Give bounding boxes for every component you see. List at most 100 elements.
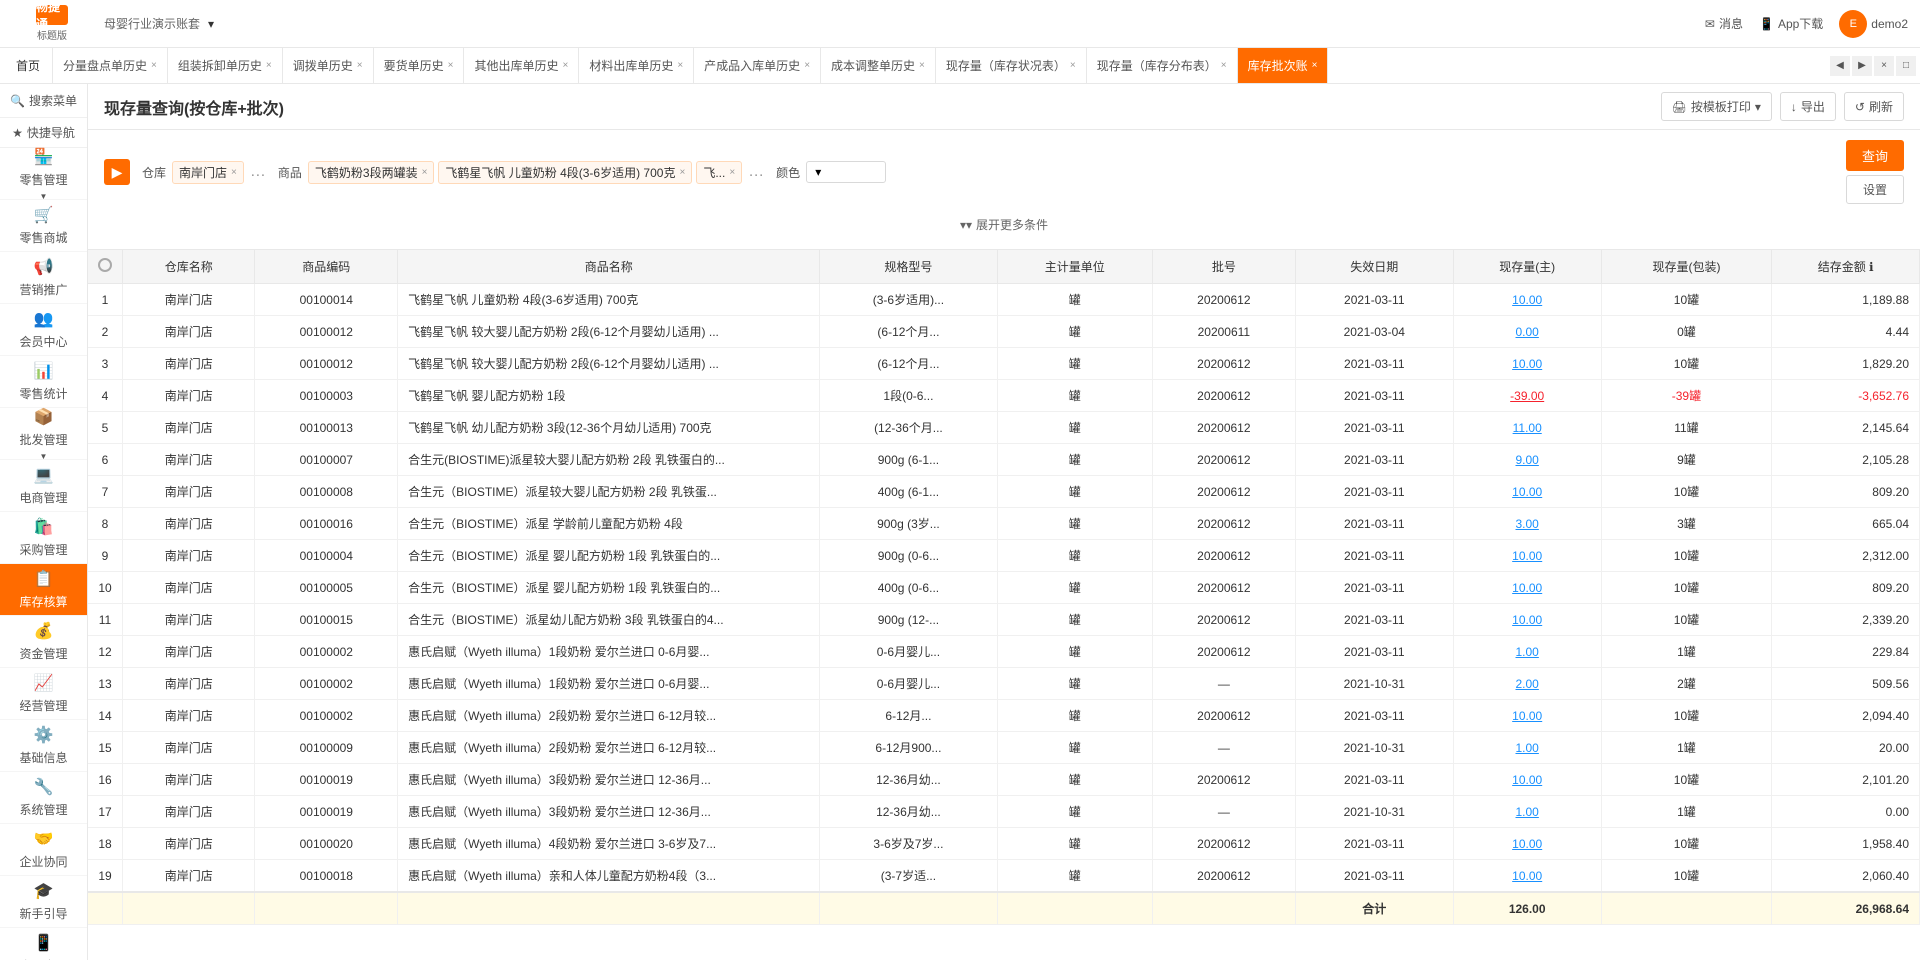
- table-container[interactable]: 仓库名称 商品编码 商品名称 规格型号 主计量单位 批号 失效日期 现存量(主)…: [88, 250, 1920, 960]
- tab-product-in-close[interactable]: ×: [804, 60, 810, 71]
- cell-qty-main[interactable]: 1.00: [1453, 636, 1601, 668]
- col-warehouse: 仓库名称: [123, 250, 255, 284]
- tab-unpack-close[interactable]: ×: [266, 60, 272, 71]
- tab-home[interactable]: 首页: [4, 48, 53, 84]
- product-tag-2-remove[interactable]: ×: [679, 167, 685, 178]
- sidebar-item-retail-stats[interactable]: 📊 零售统计: [0, 356, 87, 408]
- page-actions: 🖨 按模板打印 ▾ ↓ 导出 ↺ 刷新: [1661, 92, 1904, 121]
- tab-close-btn[interactable]: ×: [1874, 56, 1894, 76]
- sidebar-item-enterprise[interactable]: 🤝 企业协同: [0, 824, 87, 876]
- cell-qty-main[interactable]: 10.00: [1453, 860, 1601, 893]
- tab-prev-btn[interactable]: ◀: [1830, 56, 1850, 76]
- sidebar-item-system[interactable]: 🔧 系统管理: [0, 772, 87, 824]
- tab-stock-status[interactable]: 现存量（库存状况表） ×: [936, 48, 1087, 84]
- product-more[interactable]: …: [748, 163, 764, 181]
- members-icon: 👥: [34, 309, 54, 329]
- refresh-btn[interactable]: ↺ 刷新: [1844, 92, 1904, 121]
- ecommerce-icon: 💻: [34, 465, 54, 485]
- sidebar-item-retail[interactable]: 🏪 零售管理 ▼: [0, 148, 87, 200]
- product-tag-1-remove[interactable]: ×: [422, 167, 428, 178]
- cell-qty-main[interactable]: 2.00: [1453, 668, 1601, 700]
- product-tag-1[interactable]: 飞鹤奶粉3段两罐装 ×: [308, 161, 435, 184]
- table-row: 8 南岸门店 00100016 合生元（BIOSTIME）派星 学龄前儿童配方奶…: [88, 508, 1920, 540]
- cell-qty-main[interactable]: 0.00: [1453, 316, 1601, 348]
- tab-batch-billing-close[interactable]: ×: [1312, 60, 1318, 71]
- cell-qty-main[interactable]: 10.00: [1453, 700, 1601, 732]
- tab-next-btn[interactable]: ▶: [1852, 56, 1872, 76]
- cell-qty-main[interactable]: 11.00: [1453, 412, 1601, 444]
- marketing-icon: 📢: [34, 257, 54, 277]
- sidebar-item-business[interactable]: 📈 经营管理: [0, 668, 87, 720]
- cell-amount: 2,312.00: [1772, 540, 1920, 572]
- tab-material-out-close[interactable]: ×: [677, 60, 683, 71]
- tab-split[interactable]: 分量盘点单历史 ×: [53, 48, 168, 84]
- user-avatar-area[interactable]: E demo2: [1839, 10, 1908, 38]
- sidebar-item-appstore[interactable]: 📱 应用中心: [0, 928, 87, 960]
- tab-batch-billing[interactable]: 库存批次账 ×: [1238, 48, 1329, 84]
- message-label: 消息: [1719, 15, 1743, 32]
- product-tag-3[interactable]: 飞... ×: [696, 161, 742, 184]
- tab-other-out[interactable]: 其他出库单历史 ×: [464, 48, 579, 84]
- sidebar-item-inventory[interactable]: 📋 库存核算: [0, 564, 87, 616]
- tab-require[interactable]: 要货单历史 ×: [374, 48, 465, 84]
- cell-qty-main[interactable]: 10.00: [1453, 572, 1601, 604]
- cell-qty-pkg: 10罐: [1601, 828, 1772, 860]
- sidebar-item-ecommerce[interactable]: 💻 电商管理: [0, 460, 87, 512]
- tab-stock-dist-close[interactable]: ×: [1221, 60, 1227, 71]
- sidebar-item-marketing[interactable]: 📢 营销推广: [0, 252, 87, 304]
- query-btn[interactable]: 查询: [1846, 140, 1904, 171]
- tab-cost[interactable]: 成本调整单历史 ×: [821, 48, 936, 84]
- tab-unpack[interactable]: 组装拆卸单历史 ×: [168, 48, 283, 84]
- sidebar-item-search[interactable]: 🔍 搜索菜单: [0, 84, 87, 118]
- cell-qty-main[interactable]: 10.00: [1453, 476, 1601, 508]
- warehouse-more[interactable]: …: [250, 163, 266, 181]
- sidebar-item-purchase[interactable]: 🛍️ 采购管理: [0, 512, 87, 564]
- sidebar-item-wholesale[interactable]: 📦 批发管理 ▼: [0, 408, 87, 460]
- sidebar-item-newbie[interactable]: 🎓 新手引导: [0, 876, 87, 928]
- app-download-btn[interactable]: 📱 App下载: [1759, 15, 1823, 32]
- tab-material-out[interactable]: 材料出库单历史 ×: [579, 48, 694, 84]
- sidebar-item-retail-mall[interactable]: 🛒 零售商城: [0, 200, 87, 252]
- cell-batch: 20200611: [1152, 316, 1295, 348]
- product-tag-3-remove[interactable]: ×: [729, 167, 735, 178]
- tab-stock-status-close[interactable]: ×: [1070, 60, 1076, 71]
- sidebar-item-members[interactable]: 👥 会员中心: [0, 304, 87, 356]
- cell-qty-main[interactable]: 10.00: [1453, 828, 1601, 860]
- tab-other-out-close[interactable]: ×: [562, 60, 568, 71]
- col-gear[interactable]: [88, 250, 123, 284]
- cell-qty-main[interactable]: 1.00: [1453, 796, 1601, 828]
- nav-dropdown[interactable]: ▾: [208, 17, 214, 31]
- message-btn[interactable]: ✉ 消息: [1705, 15, 1743, 32]
- cell-qty-main[interactable]: 3.00: [1453, 508, 1601, 540]
- cell-qty-main[interactable]: -39.00: [1453, 380, 1601, 412]
- tab-cost-close[interactable]: ×: [919, 60, 925, 71]
- warehouse-tag-1[interactable]: 南岸门店 ×: [172, 161, 244, 184]
- cell-qty-main[interactable]: 1.00: [1453, 732, 1601, 764]
- cell-qty-main[interactable]: 10.00: [1453, 604, 1601, 636]
- tab-product-in[interactable]: 产成品入库单历史 ×: [694, 48, 821, 84]
- settings-btn[interactable]: 设置: [1846, 175, 1904, 204]
- tab-require-close[interactable]: ×: [448, 60, 454, 71]
- tab-mix[interactable]: 调拨单历史 ×: [283, 48, 374, 84]
- color-dropdown[interactable]: ▾: [806, 161, 886, 183]
- sidebar-item-finance[interactable]: 💰 资金管理: [0, 616, 87, 668]
- tab-expand-btn[interactable]: □: [1896, 56, 1916, 76]
- col-qty-pkg: 现存量(包装): [1601, 250, 1772, 284]
- tab-stock-dist[interactable]: 现存量（库存分布表） ×: [1087, 48, 1238, 84]
- template-print-btn[interactable]: 🖨 按模板打印 ▾: [1661, 92, 1772, 121]
- tab-split-close[interactable]: ×: [151, 60, 157, 71]
- sidebar-item-quick-nav[interactable]: ★ 快捷导航: [0, 118, 87, 148]
- product-tag-2[interactable]: 飞鹤星飞帆 儿童奶粉 4段(3-6岁适用) 700克 ×: [438, 161, 692, 184]
- cell-qty-main[interactable]: 10.00: [1453, 764, 1601, 796]
- sidebar-item-base[interactable]: ⚙️ 基础信息: [0, 720, 87, 772]
- base-label: 基础信息: [19, 749, 67, 766]
- tab-mix-close[interactable]: ×: [357, 60, 363, 71]
- cell-qty-main[interactable]: 10.00: [1453, 348, 1601, 380]
- filter-expand-btn[interactable]: ▶: [104, 159, 130, 185]
- cell-qty-main[interactable]: 10.00: [1453, 284, 1601, 316]
- expand-more-btn[interactable]: ▾▾ 展开更多条件: [960, 210, 1048, 239]
- warehouse-tag-1-remove[interactable]: ×: [231, 167, 237, 178]
- cell-qty-main[interactable]: 9.00: [1453, 444, 1601, 476]
- export-btn[interactable]: ↓ 导出: [1780, 92, 1836, 121]
- cell-qty-main[interactable]: 10.00: [1453, 540, 1601, 572]
